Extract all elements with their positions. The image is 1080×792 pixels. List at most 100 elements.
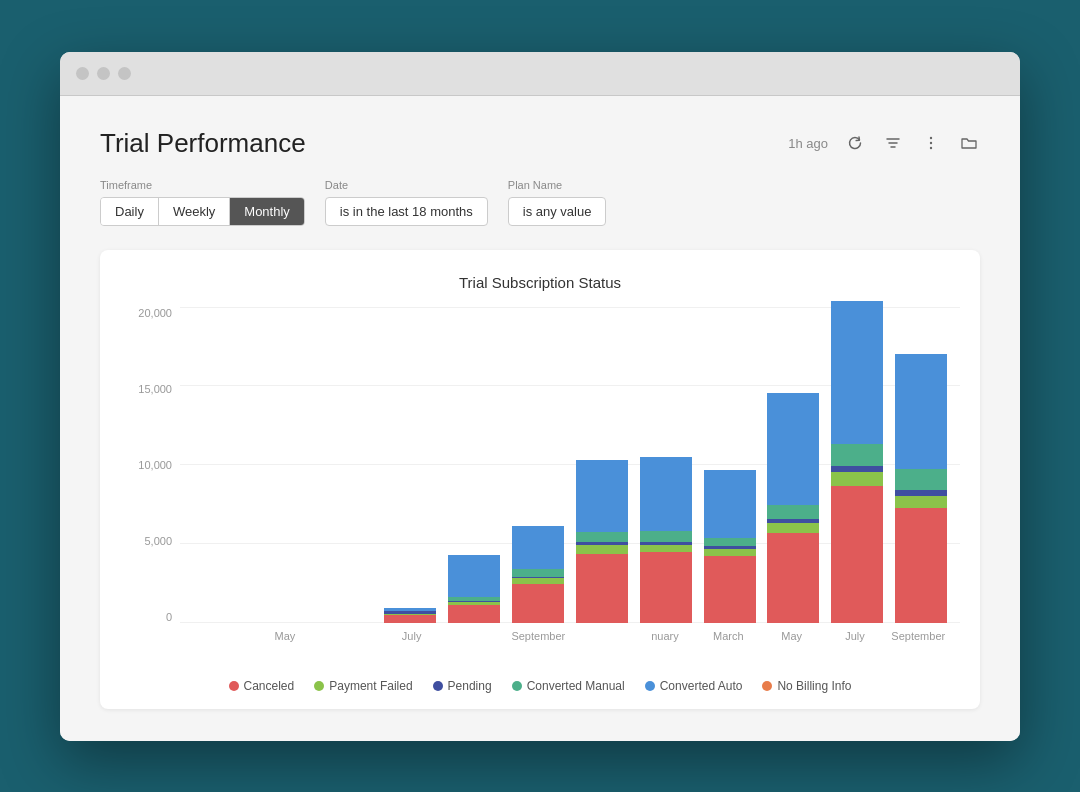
legend-label-canceled: Canceled bbox=[244, 679, 295, 693]
bar-seg-converted_manual bbox=[831, 444, 883, 466]
legend-item-payment_failed: Payment Failed bbox=[314, 679, 412, 693]
bar-seg-canceled bbox=[767, 533, 819, 622]
chart-inner: MayJulySeptembernuaryMarchMayJulySeptemb… bbox=[180, 307, 960, 647]
page-title: Trial Performance bbox=[100, 128, 306, 159]
chart-title: Trial Subscription Status bbox=[120, 274, 960, 291]
bar-group-10 bbox=[828, 301, 886, 623]
minimize-button[interactable] bbox=[97, 67, 110, 80]
x-label-8: March bbox=[713, 630, 744, 642]
bar-seg-converted_auto bbox=[640, 457, 692, 530]
bar-seg-converted_auto bbox=[576, 460, 628, 532]
bar-group-5 bbox=[509, 526, 567, 622]
x-label-9: May bbox=[781, 630, 802, 642]
bar-seg-payment_failed bbox=[895, 496, 947, 507]
timeframe-filter: Timeframe Daily Weekly Monthly bbox=[100, 179, 305, 226]
bar-seg-converted_manual bbox=[576, 532, 628, 542]
plan-filter: Plan Name is any value bbox=[508, 179, 607, 226]
bar-seg-canceled bbox=[576, 554, 628, 623]
header-actions: 1h ago bbox=[788, 132, 980, 154]
stacked-bar-7 bbox=[640, 457, 692, 622]
y-label-15k: 15,000 bbox=[120, 383, 172, 395]
legend-label-no_billing: No Billing Info bbox=[777, 679, 851, 693]
bar-seg-converted_manual bbox=[704, 538, 756, 547]
timeframe-label: Timeframe bbox=[100, 179, 305, 191]
x-label-3: July bbox=[402, 630, 422, 642]
x-label-7: nuary bbox=[651, 630, 679, 642]
bar-seg-converted_manual bbox=[767, 505, 819, 519]
bar-group-9 bbox=[764, 393, 822, 623]
svg-point-3 bbox=[930, 137, 932, 139]
x-label-group-8: March bbox=[697, 626, 760, 644]
stacked-bar-5 bbox=[512, 526, 564, 622]
y-label-20k: 20,000 bbox=[120, 307, 172, 319]
stacked-bar-10 bbox=[831, 301, 883, 623]
bar-group-7 bbox=[637, 457, 695, 622]
bar-seg-canceled bbox=[384, 615, 436, 622]
traffic-lights bbox=[76, 67, 131, 80]
bar-seg-converted_auto bbox=[895, 354, 947, 469]
legend-dot-converted_manual bbox=[512, 681, 522, 691]
header-row: Trial Performance 1h ago bbox=[100, 128, 980, 159]
bar-seg-canceled bbox=[704, 556, 756, 622]
svg-point-5 bbox=[930, 147, 932, 149]
bar-seg-converted_auto bbox=[767, 393, 819, 505]
bar-group-6 bbox=[573, 460, 631, 622]
chart-card: Trial Subscription Status 20,000 15,000 … bbox=[100, 250, 980, 709]
bar-seg-canceled bbox=[831, 486, 883, 622]
more-icon[interactable] bbox=[920, 132, 942, 154]
daily-button[interactable]: Daily bbox=[101, 198, 159, 225]
x-label-group-10: July bbox=[823, 626, 886, 644]
bar-seg-converted_manual bbox=[512, 569, 564, 576]
timestamp-label: 1h ago bbox=[788, 136, 828, 151]
legend-item-pending: Pending bbox=[433, 679, 492, 693]
legend-item-converted_auto: Converted Auto bbox=[645, 679, 743, 693]
y-label-0: 0 bbox=[120, 611, 172, 623]
x-label-1: May bbox=[275, 630, 296, 642]
bars-container bbox=[180, 307, 960, 623]
refresh-icon[interactable] bbox=[844, 132, 866, 154]
stacked-bar-8 bbox=[704, 470, 756, 622]
folder-icon[interactable] bbox=[958, 132, 980, 154]
plan-label: Plan Name bbox=[508, 179, 607, 191]
x-label-group-9: May bbox=[760, 626, 823, 644]
filter-icon[interactable] bbox=[882, 132, 904, 154]
maximize-button[interactable] bbox=[118, 67, 131, 80]
x-label-group-11: September bbox=[887, 626, 950, 644]
stacked-bar-6 bbox=[576, 460, 628, 622]
plan-select[interactable]: is any value bbox=[508, 197, 607, 226]
x-label-group-3: July bbox=[380, 626, 443, 644]
stacked-bar-9 bbox=[767, 393, 819, 623]
legend-dot-no_billing bbox=[762, 681, 772, 691]
bar-group-3 bbox=[381, 608, 439, 622]
x-label-11: September bbox=[891, 630, 945, 642]
bar-seg-converted_auto bbox=[512, 526, 564, 569]
legend-dot-payment_failed bbox=[314, 681, 324, 691]
chart-area: 20,000 15,000 10,000 5,000 0 bbox=[120, 307, 960, 647]
legend-dot-converted_auto bbox=[645, 681, 655, 691]
bar-seg-payment_failed bbox=[831, 472, 883, 486]
bar-group-8 bbox=[701, 470, 759, 622]
bar-seg-converted_auto bbox=[448, 555, 500, 597]
close-button[interactable] bbox=[76, 67, 89, 80]
y-axis: 20,000 15,000 10,000 5,000 0 bbox=[120, 307, 172, 647]
bar-seg-converted_manual bbox=[640, 531, 692, 542]
svg-point-4 bbox=[930, 142, 932, 144]
bar-seg-payment_failed bbox=[640, 545, 692, 552]
monthly-button[interactable]: Monthly bbox=[230, 198, 304, 225]
bar-seg-payment_failed bbox=[767, 523, 819, 533]
titlebar bbox=[60, 52, 1020, 96]
weekly-button[interactable]: Weekly bbox=[159, 198, 230, 225]
legend-label-converted_manual: Converted Manual bbox=[527, 679, 625, 693]
legend-label-pending: Pending bbox=[448, 679, 492, 693]
bar-seg-converted_manual bbox=[895, 469, 947, 491]
stacked-bar-11 bbox=[895, 354, 947, 623]
legend-label-converted_auto: Converted Auto bbox=[660, 679, 743, 693]
date-select[interactable]: is in the last 18 months bbox=[325, 197, 488, 226]
bar-seg-canceled bbox=[448, 605, 500, 622]
x-label-group-7: nuary bbox=[633, 626, 696, 644]
x-labels: MayJulySeptembernuaryMarchMayJulySeptemb… bbox=[180, 623, 960, 647]
stacked-bar-4 bbox=[448, 555, 500, 623]
date-label: Date bbox=[325, 179, 488, 191]
legend: Canceled Payment Failed Pending Converted M… bbox=[120, 667, 960, 693]
browser-content: Trial Performance 1h ago bbox=[60, 96, 1020, 741]
